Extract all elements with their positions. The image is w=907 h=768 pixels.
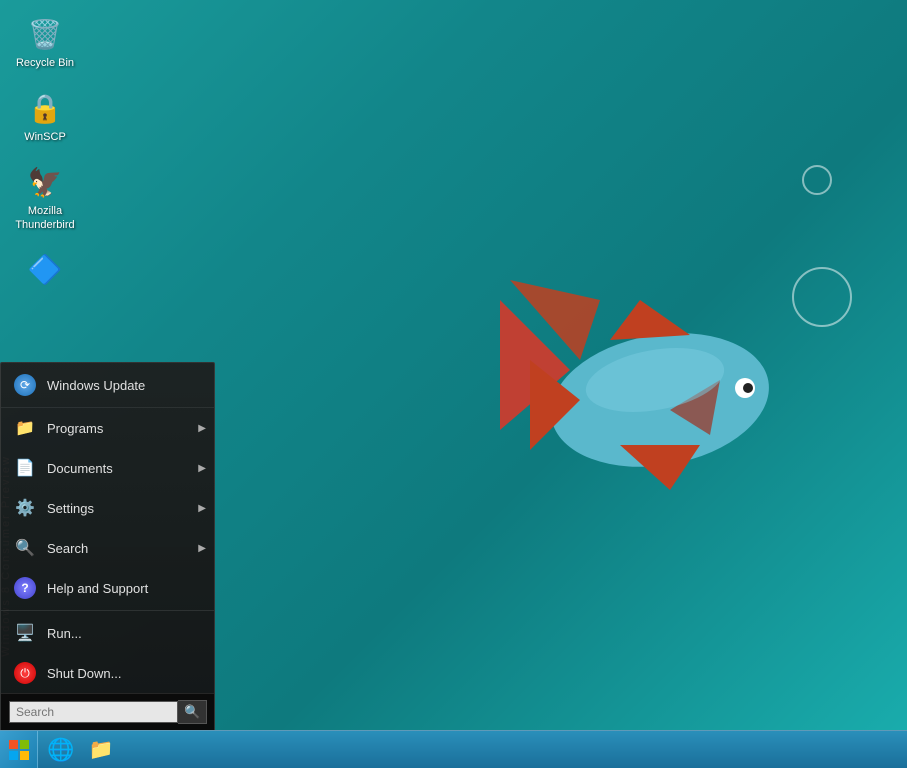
winscp-icon: 🔒 xyxy=(25,88,65,128)
start-menu-item-windows-update[interactable]: ⟳ Windows Update xyxy=(1,363,214,408)
start-menu-item-settings[interactable]: ⚙️ Settings ▶ xyxy=(1,488,214,528)
search-label: Search xyxy=(47,541,88,556)
recycle-bin-label: Recycle Bin xyxy=(16,57,74,70)
settings-label: Settings xyxy=(47,501,94,516)
windows-update-icon: ⟳ xyxy=(13,373,37,397)
windows-update-label: Windows Update xyxy=(47,378,145,393)
search-icon: 🔍 xyxy=(13,536,37,560)
start-menu-item-run[interactable]: 🖥️ Run... xyxy=(1,613,214,653)
help-support-label: Help and Support xyxy=(47,581,148,596)
programs-arrow: ▶ xyxy=(198,423,206,434)
desktop: 🗑️ Recycle Bin 🔒 WinSCP 🦅 Mozilla Thunde… xyxy=(0,0,907,768)
search-arrow: ▶ xyxy=(198,543,206,554)
documents-arrow: ▶ xyxy=(198,463,206,474)
settings-arrow: ▶ xyxy=(198,503,206,514)
search-input[interactable] xyxy=(9,701,178,723)
taskbar-items: 🌐 📁 xyxy=(38,732,907,768)
programs-icon: 📁 xyxy=(13,416,37,440)
run-icon: 🖥️ xyxy=(13,621,37,645)
settings-icon: ⚙️ xyxy=(13,496,37,520)
taskbar-item-ie[interactable]: 🌐 xyxy=(42,732,80,768)
thunderbird-label: Mozilla Thunderbird xyxy=(15,205,74,231)
desktop-icon-winscp[interactable]: 🔒 WinSCP xyxy=(10,84,80,148)
shutdown-icon: ⏻ xyxy=(13,661,37,685)
desktop-icon-recycle-bin[interactable]: 🗑️ Recycle Bin xyxy=(10,10,80,74)
start-menu-item-documents[interactable]: 📄 Documents ▶ xyxy=(1,448,214,488)
taskbar-item-folder[interactable]: 📁 xyxy=(82,732,120,768)
winscp-label: WinSCP xyxy=(24,131,66,144)
help-icon: ? xyxy=(13,576,37,600)
taskbar: 🌐 📁 xyxy=(0,730,907,768)
unknown-icon: 🔷 xyxy=(25,250,65,290)
desktop-icons-container: 🗑️ Recycle Bin 🔒 WinSCP 🦅 Mozilla Thunde… xyxy=(10,10,80,297)
documents-label: Documents xyxy=(47,461,113,476)
search-submit-button[interactable]: 🔍 xyxy=(178,700,207,724)
run-label: Run... xyxy=(47,626,82,641)
documents-icon: 📄 xyxy=(13,456,37,480)
start-button[interactable] xyxy=(0,731,38,768)
start-menu-item-shutdown[interactable]: ⏻ Shut Down... xyxy=(1,653,214,693)
start-menu-item-programs[interactable]: 📁 Programs ▶ xyxy=(1,408,214,448)
start-menu-item-help-support[interactable]: ? Help and Support xyxy=(1,568,214,608)
thunderbird-icon: 🦅 xyxy=(25,162,65,202)
deco-circle-1 xyxy=(802,165,832,195)
start-menu: ⟳ Windows Update 📁 Programs ▶ 📄 Document… xyxy=(0,362,215,730)
fish-illustration xyxy=(480,270,840,530)
start-menu-item-search[interactable]: 🔍 Search ▶ xyxy=(1,528,214,568)
programs-label: Programs xyxy=(47,421,103,436)
recycle-bin-icon: 🗑️ xyxy=(25,14,65,54)
menu-separator xyxy=(1,610,214,611)
start-menu-search-bar: 🔍 xyxy=(1,693,214,730)
desktop-icon-unknown[interactable]: 🔷 xyxy=(10,246,80,297)
shutdown-label: Shut Down... xyxy=(47,666,121,681)
desktop-icon-thunderbird[interactable]: 🦅 Mozilla Thunderbird xyxy=(10,158,80,235)
